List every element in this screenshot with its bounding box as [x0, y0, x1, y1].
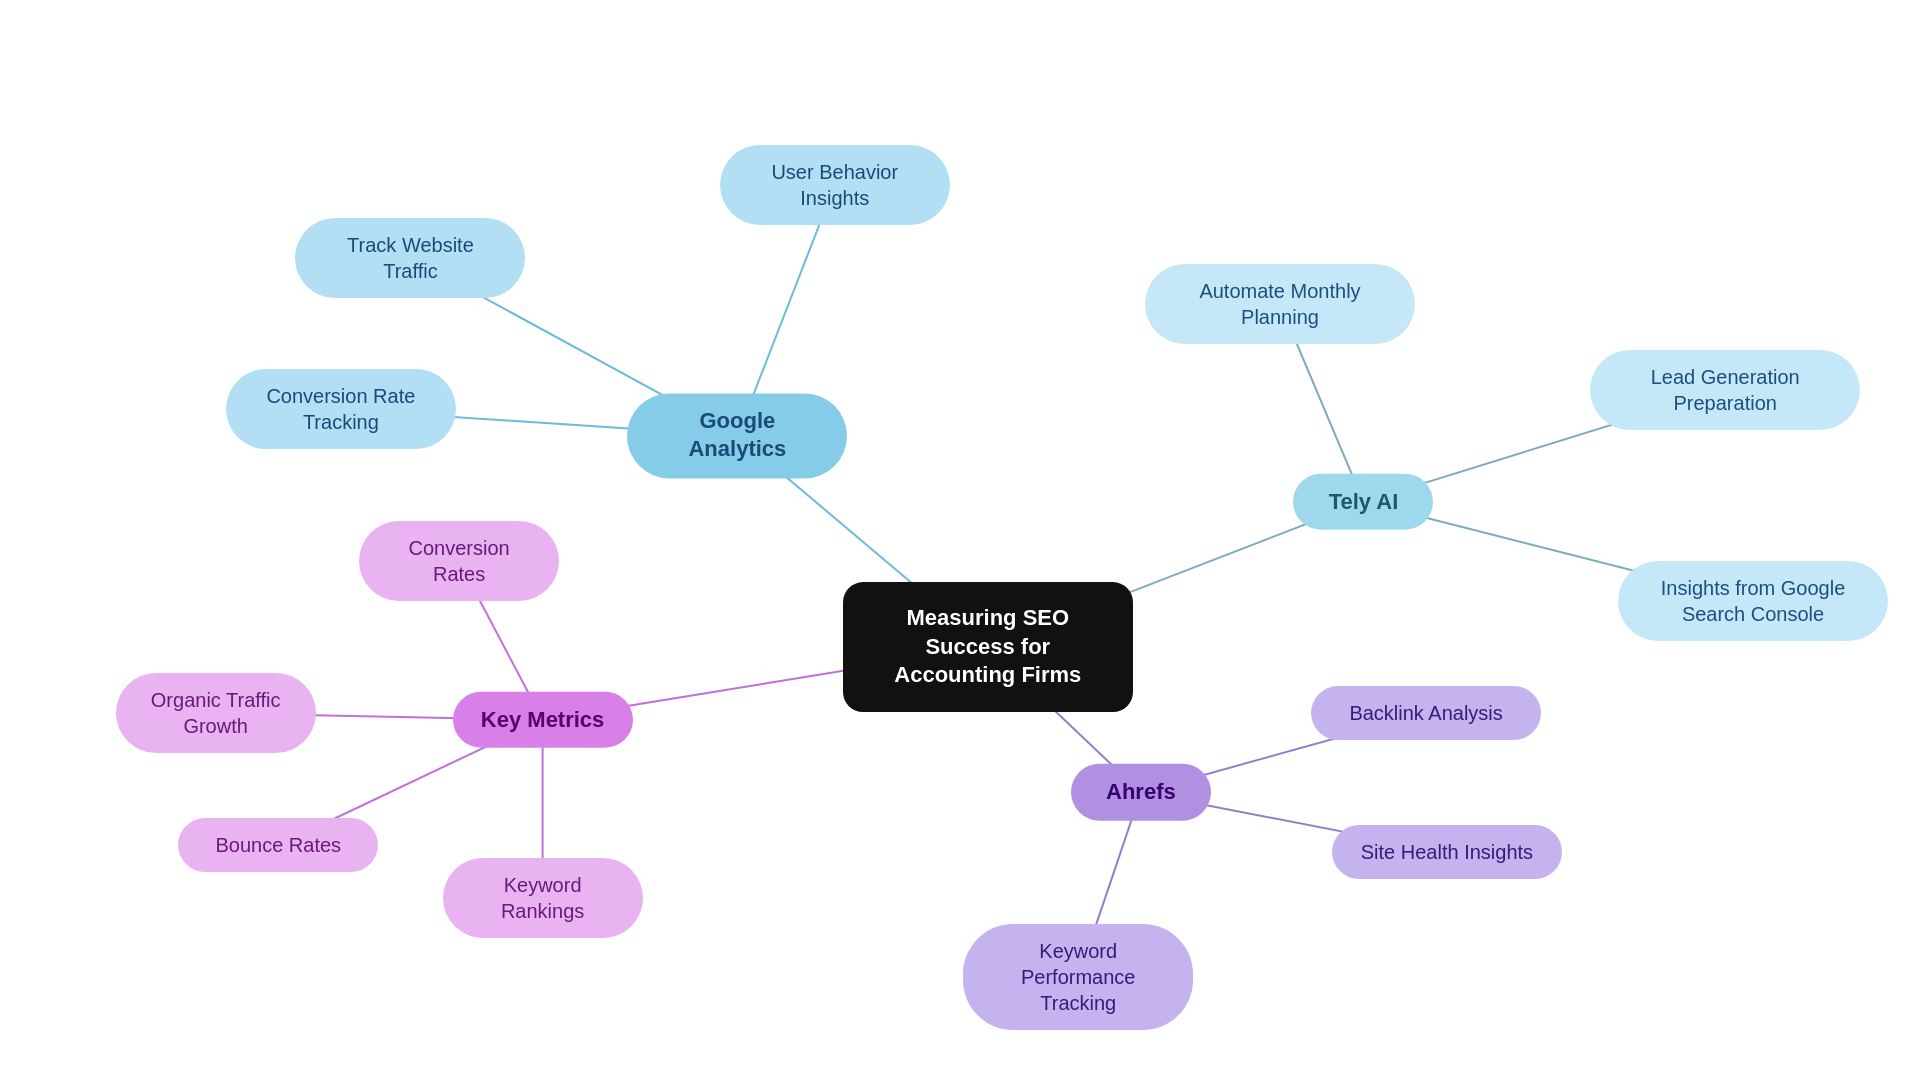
node-conversion_rate_tracking[interactable]: Conversion Rate Tracking	[226, 369, 456, 449]
node-keyword_rankings[interactable]: Keyword Rankings	[443, 858, 643, 938]
node-bounce_rates[interactable]: Bounce Rates	[178, 818, 378, 872]
node-automate_monthly_planning[interactable]: Automate Monthly Planning	[1145, 264, 1415, 344]
node-site_health_insights[interactable]: Site Health Insights	[1332, 825, 1562, 879]
mindmap-svg	[0, 0, 1920, 1083]
node-lead_generation_preparation[interactable]: Lead Generation Preparation	[1590, 350, 1860, 430]
node-center[interactable]: Measuring SEO Success for Accounting Fir…	[843, 582, 1133, 712]
node-google_analytics[interactable]: Google Analytics	[627, 393, 847, 478]
node-conversion_rates[interactable]: Conversion Rates	[359, 521, 559, 601]
node-backlink_analysis[interactable]: Backlink Analysis	[1311, 686, 1541, 740]
node-keyword_performance_tracking[interactable]: Keyword Performance Tracking	[963, 924, 1193, 1030]
node-insights_google_search_console[interactable]: Insights from Google Search Console	[1618, 561, 1888, 641]
node-ahrefs[interactable]: Ahrefs	[1071, 764, 1211, 821]
node-organic_traffic_growth[interactable]: Organic Traffic Growth	[116, 673, 316, 753]
node-user_behavior_insights[interactable]: User Behavior Insights	[720, 145, 950, 225]
node-key_metrics[interactable]: Key Metrics	[453, 692, 633, 749]
node-tely_ai[interactable]: Tely AI	[1293, 474, 1433, 531]
node-track_website_traffic[interactable]: Track Website Traffic	[295, 218, 525, 298]
